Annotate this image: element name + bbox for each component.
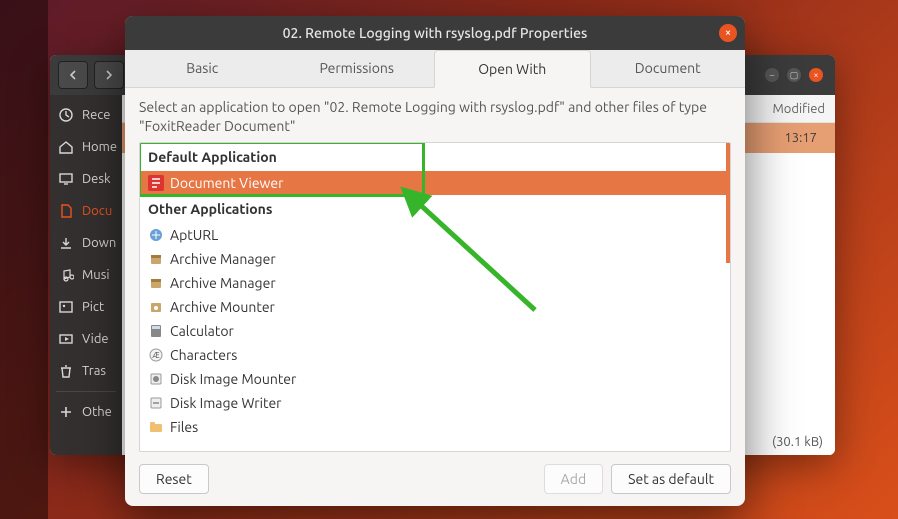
- app-item-document-viewer[interactable]: Document Viewer: [140, 171, 730, 195]
- app-item-characters[interactable]: Æ Characters: [140, 343, 730, 367]
- sidebar-item-documents[interactable]: Docu: [50, 195, 122, 227]
- launcher-dock: [0, 0, 48, 519]
- sidebar-item-label: Down: [82, 236, 116, 250]
- app-item-disk-image-mounter[interactable]: Disk Image Mounter: [140, 367, 730, 391]
- app-icon: [148, 371, 164, 387]
- app-item-label: Disk Image Writer: [170, 395, 281, 411]
- app-item-label: Calculator: [170, 323, 234, 339]
- app-icon: [148, 419, 164, 435]
- sidebar-item-label: Vide: [82, 332, 109, 346]
- app-item-label: Files: [170, 419, 198, 435]
- app-icon: [148, 251, 164, 267]
- status-bar: (30.1 kB): [760, 429, 835, 455]
- plus-icon: [58, 404, 74, 420]
- clock-icon: [58, 107, 74, 123]
- app-item-archive-mounter[interactable]: Archive Mounter: [140, 295, 730, 319]
- app-icon: [148, 299, 164, 315]
- video-icon: [58, 331, 74, 347]
- app-icon: [148, 323, 164, 339]
- dialog-title: 02. Remote Logging with rsyslog.pdf Prop…: [283, 25, 588, 41]
- sidebar-item-label: Home: [82, 140, 117, 154]
- sidebar-item-label: Tras: [82, 364, 106, 378]
- close-button[interactable]: ×: [809, 68, 823, 82]
- tab-open-with[interactable]: Open With: [434, 50, 591, 88]
- add-button[interactable]: Add: [544, 464, 603, 494]
- app-icon: [148, 395, 164, 411]
- app-item-disk-image-writer[interactable]: Disk Image Writer: [140, 391, 730, 415]
- pic-icon: [58, 299, 74, 315]
- close-button[interactable]: ×: [719, 24, 737, 42]
- scrollbar[interactable]: [726, 143, 730, 263]
- sidebar-item-desktop[interactable]: Desk: [50, 163, 122, 195]
- doc-icon: [58, 203, 74, 219]
- file-modified-time: 13:17: [784, 131, 817, 145]
- sidebar-item-label: Docu: [82, 204, 112, 218]
- app-item-calculator[interactable]: Calculator: [140, 319, 730, 343]
- sidebar-item-videos[interactable]: Vide: [50, 323, 122, 355]
- home-icon: [58, 139, 74, 155]
- sidebar-item-music[interactable]: Musi: [50, 259, 122, 291]
- maximize-button[interactable]: ▢: [787, 68, 801, 82]
- app-item-label: Archive Manager: [170, 251, 276, 267]
- app-item-label: Disk Image Mounter: [170, 371, 296, 387]
- music-icon: [58, 267, 74, 283]
- minimize-button[interactable]: –: [765, 68, 779, 82]
- dialog-button-bar: Reset Add Set as default: [125, 452, 745, 506]
- app-item-label: Archive Mounter: [170, 299, 275, 315]
- dialog-description: Select an application to open "02. Remot…: [125, 88, 745, 142]
- desktop-icon: [58, 171, 74, 187]
- tab-permissions[interactable]: Permissions: [280, 50, 435, 87]
- sidebar-item-label: Othe: [82, 405, 112, 419]
- trash-icon: [58, 363, 74, 379]
- app-icon: [148, 275, 164, 291]
- svg-text:Æ: Æ: [152, 351, 160, 360]
- sidebar-item-recent[interactable]: Rece: [50, 99, 122, 131]
- sidebar-item-pictures[interactable]: Pict: [50, 291, 122, 323]
- dialog-titlebar: 02. Remote Logging with rsyslog.pdf Prop…: [125, 16, 745, 50]
- forward-button[interactable]: [94, 61, 124, 89]
- app-item-archive-manager[interactable]: Archive Manager: [140, 247, 730, 271]
- tab-basic[interactable]: Basic: [125, 50, 280, 87]
- sidebar-item-trash[interactable]: Tras: [50, 355, 122, 387]
- other-apps-heading: Other Applications: [140, 195, 730, 223]
- app-item-label: Characters: [170, 347, 237, 363]
- app-item-label: Document Viewer: [170, 175, 283, 191]
- down-icon: [58, 235, 74, 251]
- app-list[interactable]: Default Application Document Viewer Othe…: [139, 142, 731, 452]
- document-viewer-icon: [148, 175, 164, 191]
- reset-button[interactable]: Reset: [139, 464, 209, 494]
- sidebar-item-label: Pict: [82, 300, 104, 314]
- sidebar-item-other-locations[interactable]: Othe: [50, 396, 122, 428]
- tab-bar: BasicPermissionsOpen WithDocument: [125, 50, 745, 88]
- sidebar-item-label: Musi: [82, 268, 110, 282]
- app-item-label: Archive Manager: [170, 275, 276, 291]
- column-modified[interactable]: Modified: [762, 102, 835, 116]
- app-item-archive-manager[interactable]: Archive Manager: [140, 271, 730, 295]
- set-default-button[interactable]: Set as default: [611, 464, 731, 494]
- tab-document[interactable]: Document: [591, 50, 746, 87]
- sidebar-item-label: Desk: [82, 172, 111, 186]
- app-icon: [148, 227, 164, 243]
- app-item-apturl[interactable]: AptURL: [140, 223, 730, 247]
- sidebar-item-downloads[interactable]: Down: [50, 227, 122, 259]
- app-icon: Æ: [148, 347, 164, 363]
- back-button[interactable]: [58, 61, 88, 89]
- app-item-files[interactable]: Files: [140, 415, 730, 439]
- sidebar-item-home[interactable]: Home: [50, 131, 122, 163]
- sidebar-item-label: Rece: [82, 108, 110, 122]
- files-sidebar: Rece Home Desk Docu Down Musi Pict Vide Tras Othe: [50, 95, 122, 455]
- default-app-heading: Default Application: [140, 143, 730, 171]
- window-controls: – ▢ ×: [765, 68, 823, 82]
- properties-dialog: 02. Remote Logging with rsyslog.pdf Prop…: [125, 16, 745, 506]
- app-item-label: AptURL: [170, 227, 218, 243]
